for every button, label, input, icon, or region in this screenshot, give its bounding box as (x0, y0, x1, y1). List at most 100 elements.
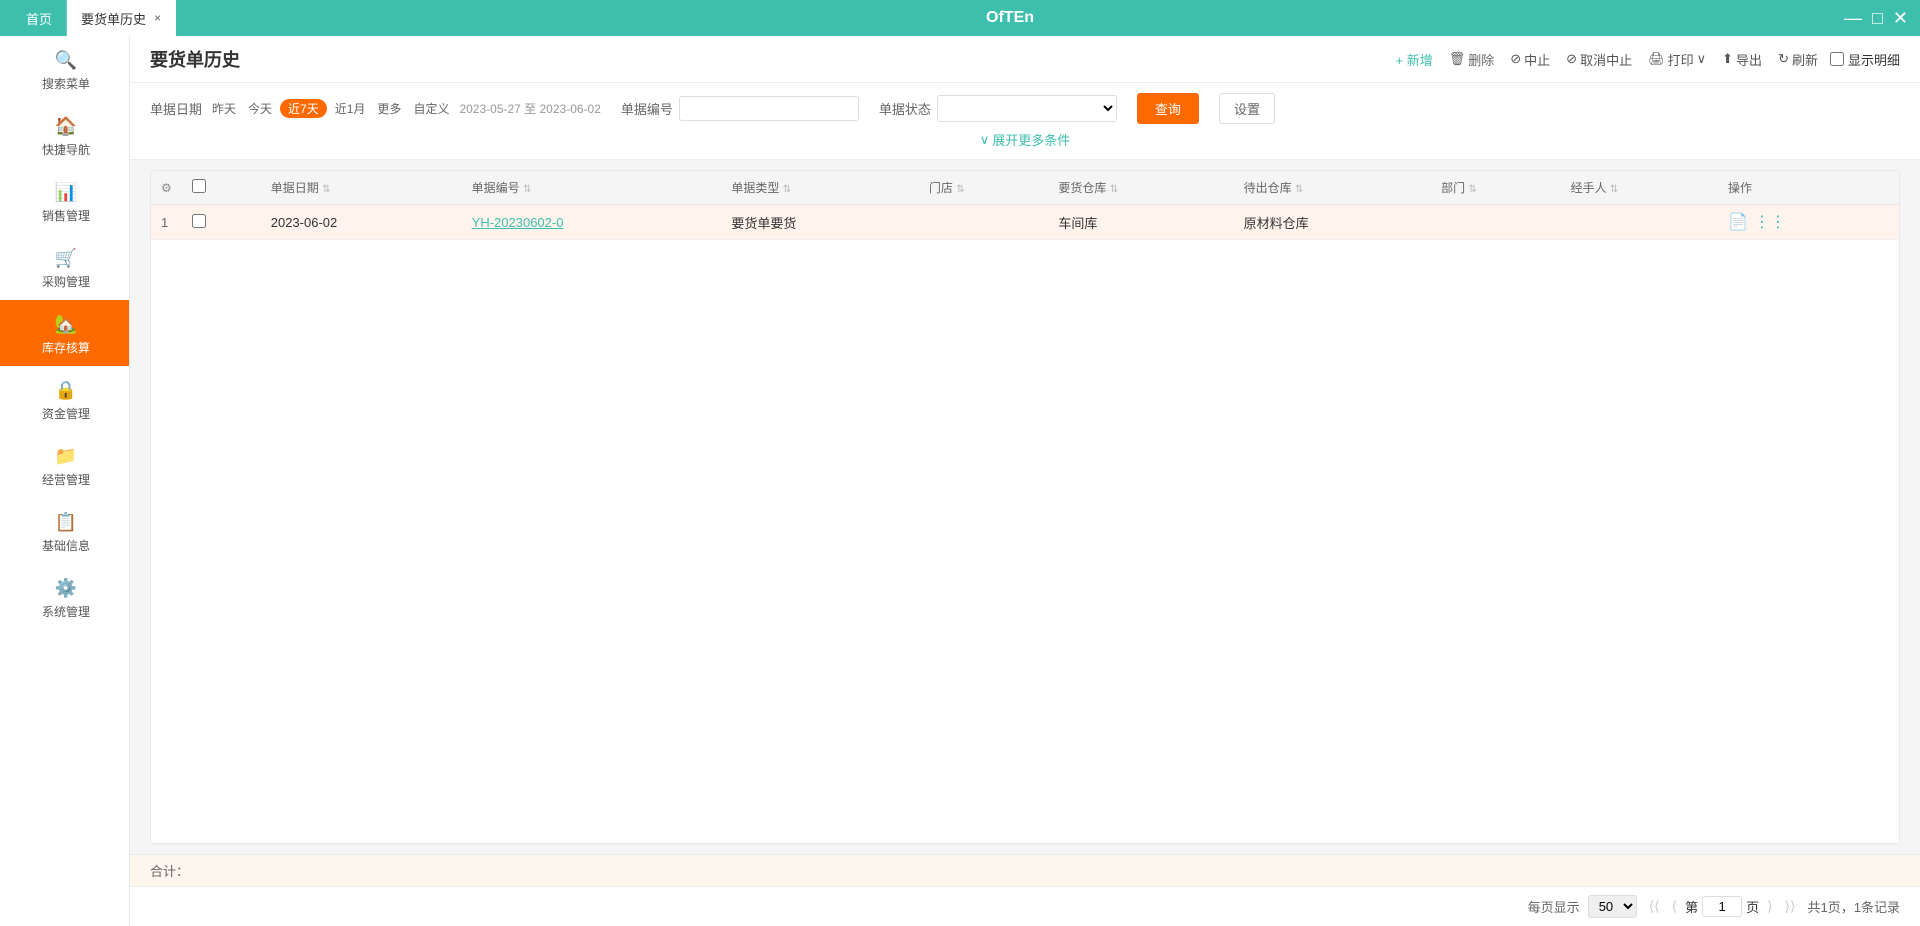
row-actions: 📄 ⋮⋮ (1718, 205, 1899, 240)
system-icon: ⚙️ (55, 578, 77, 599)
sidebar-item-sales[interactable]: 📊 销售管理 (0, 168, 129, 234)
cancel-stop-button[interactable]: ⊘ 取消中止 (1562, 48, 1636, 71)
prev-page-button[interactable]: ⟨ (1668, 896, 1681, 917)
close-icon[interactable]: ✕ (1893, 8, 1908, 29)
checkbox-col-header (182, 171, 261, 205)
maximize-icon[interactable]: □ (1872, 8, 1883, 29)
tab-requisition-history[interactable]: 要货单历史 × (67, 0, 176, 36)
doctype-col-header[interactable]: 单据类型 ⇅ (721, 171, 918, 205)
sidebar-item-system[interactable]: ⚙️ 系统管理 (0, 564, 129, 630)
sidebar-item-search-menu[interactable]: 🔍 搜索菜单 (0, 36, 129, 102)
page-header: 要货单历史 + 新增 🗑 删除 ⊘ 中止 ⊘ 取消中止 🖨 打印 (130, 36, 1920, 83)
sidebar-item-finance[interactable]: 🔒 资金管理 (0, 366, 129, 432)
doctype-sort-icon: ⇅ (783, 184, 791, 195)
date-filter-group: 单据日期 昨天 今天 近7天 近1月 更多 自定义 2023-05-27 至 2… (150, 99, 601, 118)
sidebar-item-quick-nav[interactable]: 🏠 快捷导航 (0, 102, 129, 168)
print-icon: 🖨 (1648, 51, 1665, 67)
main-layout: 🔍 搜索菜单 🏠 快捷导航 📊 销售管理 🛒 采购管理 🏡 库存核算 🔒 资金管… (0, 36, 1920, 926)
basic-icon: 📋 (55, 512, 77, 533)
docno-col-header[interactable]: 单据编号 ⇅ (462, 171, 722, 205)
sidebar-item-purchase[interactable]: 🛒 采购管理 (0, 234, 129, 300)
docno-sort-icon: ⇅ (523, 184, 531, 195)
requisition-table: ⚙ 单据日期 ⇅ 单据编号 ⇅ 单据类型 ⇅ 门店 ⇅ 要货仓库 ⇅ 待出仓库 … (151, 171, 1899, 240)
delete-button[interactable]: 🗑 删除 (1445, 48, 1499, 71)
row-store (919, 205, 1049, 240)
quick-nav-icon: 🏠 (55, 116, 77, 137)
expand-more-button[interactable]: ∨ 展开更多条件 (980, 130, 1071, 149)
summary-label: 合计： (150, 861, 189, 880)
date-btn-today[interactable]: 今天 (244, 99, 276, 118)
store-col-header[interactable]: 门店 ⇅ (919, 171, 1049, 205)
chevron-down-icon: ∨ (980, 132, 990, 148)
inventory-icon: 🏡 (55, 314, 77, 335)
row-out-warehouse: 原材料仓库 (1234, 205, 1431, 240)
view-action-icon[interactable]: 📄 (1728, 212, 1748, 232)
select-all-checkbox[interactable] (192, 179, 206, 193)
out-warehouse-col-header[interactable]: 待出仓库 ⇅ (1234, 171, 1431, 205)
row-checkbox (182, 205, 261, 240)
sidebar-item-basic[interactable]: 📋 基础信息 (0, 498, 129, 564)
status-filter-group: 单据状态 (879, 95, 1117, 122)
pagination: 每页显示 50 ⟨⟨ ⟨ 第 页 ⟩ ⟩⟩ 共1页，1条记录 (130, 886, 1920, 926)
dept-col-header[interactable]: 部门 ⇅ (1431, 171, 1561, 205)
export-button[interactable]: ⬆ 导出 (1718, 48, 1766, 71)
table-row[interactable]: 1 2023-06-02 YH-20230602-0 要货单要货 车间库 原材料… (151, 205, 1899, 240)
row-number: 1 (151, 205, 182, 240)
content-area: 要货单历史 + 新增 🗑 删除 ⊘ 中止 ⊘ 取消中止 🖨 打印 (130, 36, 1920, 926)
export-icon: ⬆ (1722, 51, 1733, 67)
setting-button[interactable]: 设置 (1219, 93, 1275, 124)
page-title: 要货单历史 (150, 46, 1392, 82)
filter-area: 单据日期 昨天 今天 近7天 近1月 更多 自定义 2023-05-27 至 2… (130, 83, 1920, 160)
expand-more-row: ∨ 展开更多条件 (150, 130, 1900, 149)
query-button[interactable]: 查询 (1137, 93, 1199, 124)
next-page-button[interactable]: ⟩ (1763, 896, 1776, 917)
refresh-icon: ↻ (1778, 51, 1789, 67)
table-area: ⚙ 单据日期 ⇅ 单据编号 ⇅ 单据类型 ⇅ 门店 ⇅ 要货仓库 ⇅ 待出仓库 … (130, 160, 1920, 854)
dept-sort-icon: ⇅ (1468, 184, 1476, 195)
status-select[interactable] (937, 95, 1117, 122)
refresh-button[interactable]: ↻ 刷新 (1774, 48, 1822, 71)
row-select-checkbox[interactable] (192, 214, 206, 228)
handler-col-header[interactable]: 经手人 ⇅ (1561, 171, 1718, 205)
search-menu-icon: 🔍 (55, 50, 77, 71)
toolbar: + 新增 🗑 删除 ⊘ 中止 ⊘ 取消中止 🖨 打印 ∨ (1392, 48, 1901, 81)
show-detail-checkbox[interactable] (1830, 52, 1844, 66)
print-button[interactable]: 🖨 打印 ∨ (1644, 48, 1710, 71)
row-doc-no[interactable]: YH-20230602-0 (462, 205, 722, 240)
stop-button[interactable]: ⊘ 中止 (1506, 48, 1554, 71)
table-header: ⚙ 单据日期 ⇅ 单据编号 ⇅ 单据类型 ⇅ 门店 ⇅ 要货仓库 ⇅ 待出仓库 … (151, 171, 1899, 205)
row-doc-type: 要货单要货 (721, 205, 918, 240)
per-page-label: 每页显示 (1528, 897, 1580, 916)
sidebar-item-operation[interactable]: 📁 经营管理 (0, 432, 129, 498)
req-warehouse-col-header[interactable]: 要货仓库 ⇅ (1048, 171, 1233, 205)
date-btn-custom[interactable]: 自定义 (409, 99, 453, 118)
date-col-header[interactable]: 单据日期 ⇅ (261, 171, 462, 205)
print-chevron-icon: ∨ (1697, 51, 1707, 67)
settings-col-header[interactable]: ⚙ (151, 171, 182, 205)
tab-close-icon[interactable]: × (154, 11, 161, 25)
handler-sort-icon: ⇅ (1610, 184, 1618, 195)
edit-action-icon[interactable]: ⋮⋮ (1754, 212, 1786, 232)
page-label: 第 (1685, 897, 1698, 916)
date-sort-icon: ⇅ (322, 184, 330, 195)
date-range-text: 2023-05-27 至 2023-06-02 (459, 100, 600, 117)
minimize-icon[interactable]: — (1844, 8, 1862, 29)
doc-no-label: 单据编号 (621, 99, 673, 118)
page-number-input[interactable] (1702, 896, 1742, 917)
total-info: 共1页，1条记录 (1808, 897, 1900, 916)
last-page-button[interactable]: ⟩⟩ (1781, 896, 1800, 917)
doc-no-input[interactable] (679, 96, 859, 121)
new-button[interactable]: + 新增 (1392, 48, 1437, 71)
sidebar-item-inventory[interactable]: 🏡 库存核算 (0, 300, 129, 366)
per-page-select[interactable]: 50 (1588, 895, 1637, 918)
top-bar: 首页 要货单历史 × OfTEn — □ ✕ (0, 0, 1920, 36)
date-btn-7days[interactable]: 近7天 (280, 99, 327, 118)
date-btn-more[interactable]: 更多 (373, 99, 405, 118)
date-btn-yesterday[interactable]: 昨天 (208, 99, 240, 118)
stop-icon: ⊘ (1510, 51, 1521, 67)
status-label: 单据状态 (879, 99, 931, 118)
tab-home[interactable]: 首页 (12, 0, 67, 36)
first-page-button[interactable]: ⟨⟨ (1645, 896, 1664, 917)
date-btn-1month[interactable]: 近1月 (331, 99, 370, 118)
show-detail-toggle[interactable]: 显示明细 (1830, 50, 1900, 69)
